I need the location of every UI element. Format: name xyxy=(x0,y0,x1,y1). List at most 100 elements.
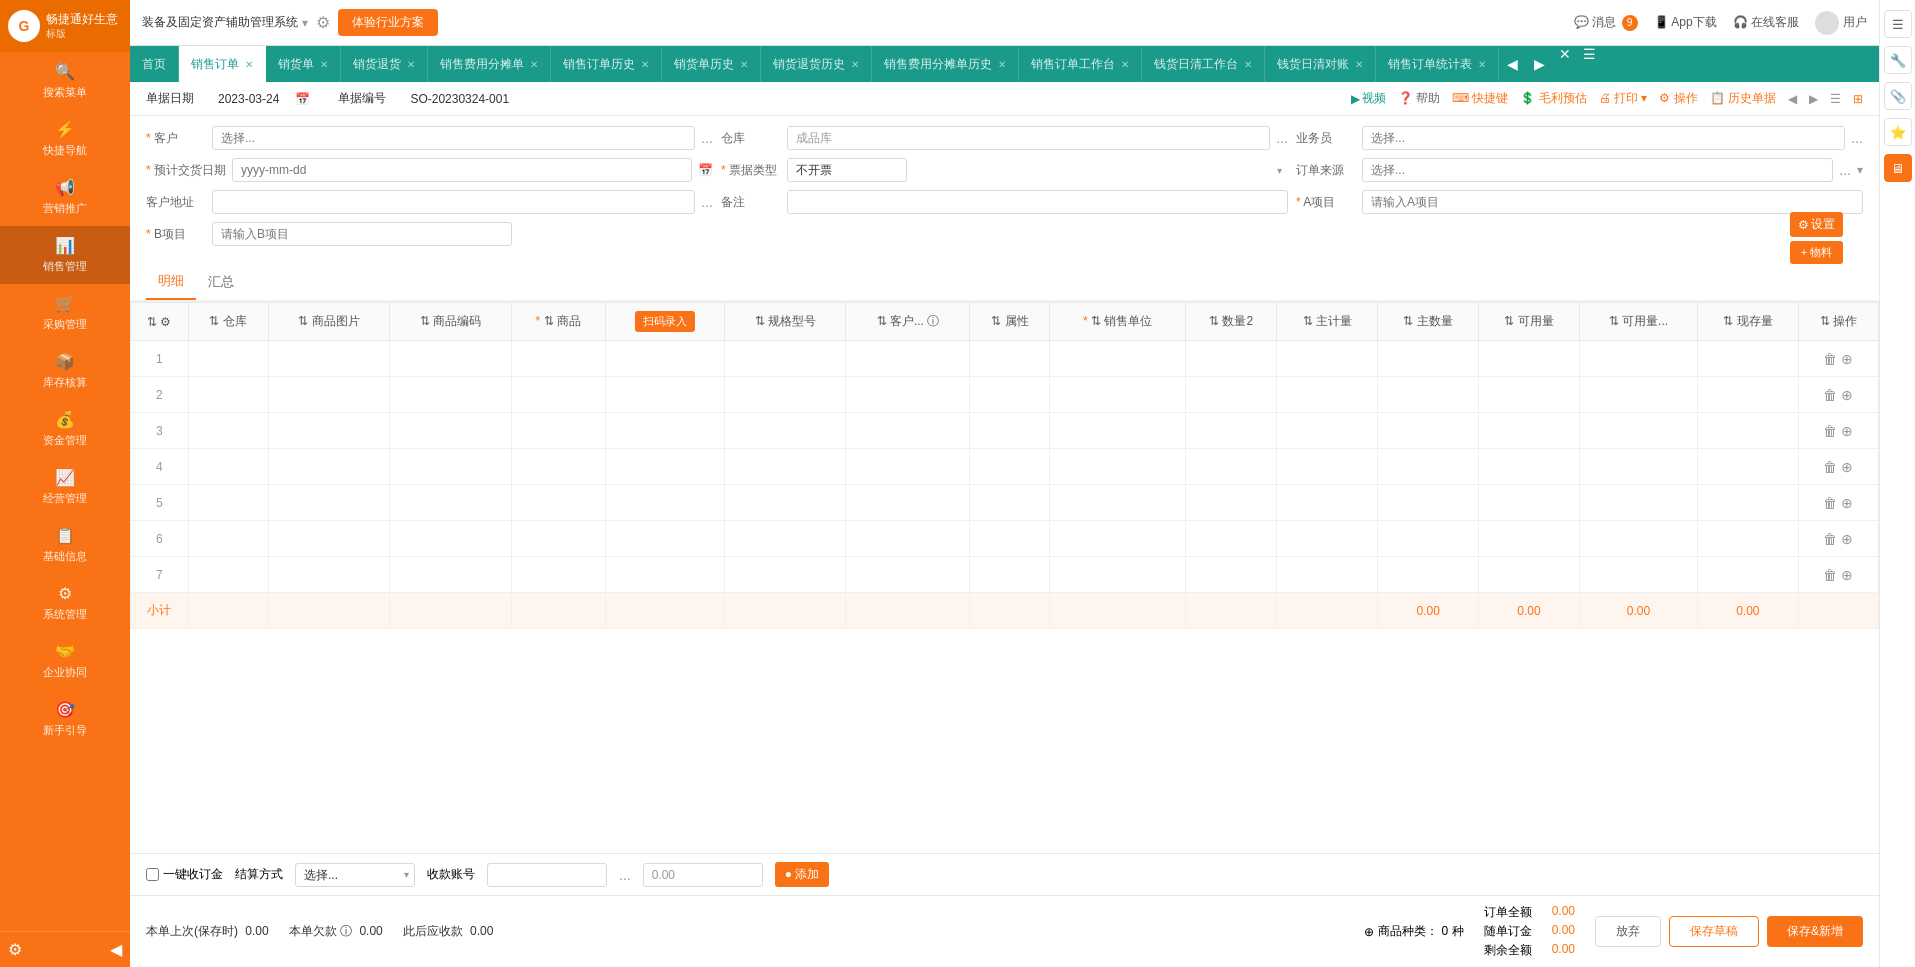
tab-close-all-icon[interactable]: ✕ xyxy=(1553,46,1577,82)
tab-销货单[interactable]: 销货单✕ xyxy=(266,46,341,82)
calendar-icon[interactable]: 📅 xyxy=(295,92,310,106)
tab-close-icon[interactable]: ✕ xyxy=(740,59,748,70)
right-panel-btn-1[interactable]: 🔧 xyxy=(1884,46,1912,74)
tab-销售费用分摊单历史[interactable]: 销售费用分摊单历史✕ xyxy=(872,46,1019,82)
layout-list-icon[interactable]: ☰ xyxy=(1830,92,1841,106)
address-more-btn[interactable]: ... xyxy=(701,194,713,210)
dropdown-icon[interactable]: ▾ xyxy=(302,16,308,30)
sidebar-item-基础信息[interactable]: 📋基础信息 xyxy=(0,516,130,574)
delete-btn[interactable]: 🗑 xyxy=(1823,423,1837,439)
warehouse-input[interactable] xyxy=(787,126,1270,150)
sidebar-item-资金管理[interactable]: 💰资金管理 xyxy=(0,400,130,458)
date-picker-icon[interactable]: 📅 xyxy=(698,163,713,177)
delivery-date-input[interactable] xyxy=(232,158,692,182)
profit-btn[interactable]: 💲 毛利预估 xyxy=(1520,90,1586,107)
address-input[interactable] xyxy=(212,190,695,214)
tab-close-icon[interactable]: ✕ xyxy=(1355,59,1363,70)
delete-btn[interactable]: 🗑 xyxy=(1823,531,1837,547)
right-panel-btn-3[interactable]: ⭐ xyxy=(1884,118,1912,146)
tab-close-icon[interactable]: ✕ xyxy=(851,59,859,70)
app-download-btn[interactable]: 📱 App下载 xyxy=(1654,14,1717,31)
copy-row-btn[interactable]: ⊕ xyxy=(1841,531,1853,547)
discard-button[interactable]: 放弃 xyxy=(1595,916,1661,947)
settings-topbar-icon[interactable]: ⚙ xyxy=(316,13,330,32)
solution-button[interactable]: 体验行业方案 xyxy=(338,9,438,36)
delete-btn[interactable]: 🗑 xyxy=(1823,567,1837,583)
order-source-more-btn[interactable]: ... xyxy=(1839,162,1851,178)
b-project-input[interactable] xyxy=(212,222,512,246)
amount-input[interactable] xyxy=(643,863,763,887)
tab-close-icon[interactable]: ✕ xyxy=(1121,59,1129,70)
order-source-dropdown-icon[interactable]: ▾ xyxy=(1857,163,1863,177)
tab-销售订单工作台[interactable]: 销售订单工作台✕ xyxy=(1019,46,1142,82)
tab-close-icon[interactable]: ✕ xyxy=(1478,59,1486,70)
add-material-btn[interactable]: + 物料 xyxy=(1790,241,1843,264)
sidebar-item-系统管理[interactable]: ⚙系统管理 xyxy=(0,574,130,632)
tab-销货单历史[interactable]: 销货单历史✕ xyxy=(662,46,761,82)
customer-more-btn[interactable]: ... xyxy=(701,130,713,146)
invoice-type-select[interactable]: 不开票 增值税普票 增值税专票 xyxy=(787,158,907,182)
history-btn[interactable]: 📋 历史单据 xyxy=(1710,90,1776,107)
warehouse-more-btn[interactable]: ... xyxy=(1276,130,1288,146)
copy-row-btn[interactable]: ⊕ xyxy=(1841,423,1853,439)
tab-prev-btn[interactable]: ◀ xyxy=(1499,46,1526,82)
settings-icon[interactable]: ⚙ xyxy=(8,940,22,959)
tab-menu-icon[interactable]: ☰ xyxy=(1577,46,1602,82)
tab-close-icon[interactable]: ✕ xyxy=(1244,59,1252,70)
tab-close-icon[interactable]: ✕ xyxy=(641,59,649,70)
delete-btn[interactable]: 🗑 xyxy=(1823,351,1837,367)
tab-首页[interactable]: 首页 xyxy=(130,46,179,82)
delete-btn[interactable]: 🗑 xyxy=(1823,459,1837,475)
tab-销货退货[interactable]: 销货退货✕ xyxy=(341,46,428,82)
scan-btn[interactable]: 扫码录入 xyxy=(635,311,695,332)
customer-input[interactable] xyxy=(212,126,695,150)
delete-btn[interactable]: 🗑 xyxy=(1823,387,1837,403)
tab-销货退货历史[interactable]: 销货退货历史✕ xyxy=(761,46,872,82)
sidebar-item-营销推广[interactable]: 📢营销推广 xyxy=(0,168,130,226)
shortcut-btn[interactable]: ⌨ 快捷键 xyxy=(1452,90,1508,107)
a-project-input[interactable] xyxy=(1362,190,1863,214)
copy-row-btn[interactable]: ⊕ xyxy=(1841,567,1853,583)
remark-input[interactable] xyxy=(787,190,1288,214)
tab-销售订单[interactable]: 销售订单✕ xyxy=(179,46,266,82)
sidebar-item-快捷导航[interactable]: ⚡快捷导航 xyxy=(0,110,130,168)
copy-row-btn[interactable]: ⊕ xyxy=(1841,495,1853,511)
layout-card-icon[interactable]: ⊞ xyxy=(1853,92,1863,106)
tab-close-icon[interactable]: ✕ xyxy=(998,59,1006,70)
detail-tab-明细[interactable]: 明细 xyxy=(146,264,196,300)
tab-close-icon[interactable]: ✕ xyxy=(530,59,538,70)
copy-row-btn[interactable]: ⊕ xyxy=(1841,387,1853,403)
sidebar-item-销售管理[interactable]: 📊销售管理 xyxy=(0,226,130,284)
copy-row-btn[interactable]: ⊕ xyxy=(1841,351,1853,367)
right-panel-btn-4[interactable]: 🖥 xyxy=(1884,154,1912,182)
sidebar-item-新手引导[interactable]: 🎯新手引导 xyxy=(0,690,130,748)
tab-close-icon[interactable]: ✕ xyxy=(407,59,415,70)
order-source-input[interactable] xyxy=(1362,158,1833,182)
detail-tab-汇总[interactable]: 汇总 xyxy=(196,265,246,299)
user-avatar[interactable]: 用户 xyxy=(1815,11,1867,35)
settle-method-select[interactable]: 选择... xyxy=(295,863,415,887)
tab-钱货日清对账[interactable]: 钱货日清对账✕ xyxy=(1265,46,1376,82)
salesperson-more-btn[interactable]: ... xyxy=(1851,130,1863,146)
right-panel-btn-0[interactable]: ☰ xyxy=(1884,10,1912,38)
copy-row-btn[interactable]: ⊕ xyxy=(1841,459,1853,475)
salesperson-input[interactable] xyxy=(1362,126,1845,150)
help-btn[interactable]: ❓ 帮助 xyxy=(1398,90,1440,107)
tab-销售费用分摊单[interactable]: 销售费用分摊单✕ xyxy=(428,46,551,82)
draft-button[interactable]: 保存草稿 xyxy=(1669,916,1759,947)
save-button[interactable]: 保存&新增 xyxy=(1767,916,1863,947)
right-panel-btn-2[interactable]: 📎 xyxy=(1884,82,1912,110)
quick-settle-checkbox[interactable] xyxy=(146,868,159,881)
sidebar-item-库存核算[interactable]: 📦库存核算 xyxy=(0,342,130,400)
online-support-btn[interactable]: 🎧 在线客服 xyxy=(1733,14,1799,31)
tab-销售订单统计表[interactable]: 销售订单统计表✕ xyxy=(1376,46,1499,82)
tab-销售订单历史[interactable]: 销售订单历史✕ xyxy=(551,46,662,82)
tab-close-icon[interactable]: ✕ xyxy=(320,59,328,70)
settings-btn[interactable]: ⚙ 设置 xyxy=(1790,212,1843,237)
view-video-btn[interactable]: ▶ 视频 xyxy=(1351,90,1386,107)
delete-btn[interactable]: 🗑 xyxy=(1823,495,1837,511)
print-btn[interactable]: 🖨 打印 ▾ xyxy=(1599,90,1648,107)
tab-close-icon[interactable]: ✕ xyxy=(245,59,253,70)
tab-钱货日清工作台[interactable]: 钱货日清工作台✕ xyxy=(1142,46,1265,82)
nav-prev-icon[interactable]: ◀ xyxy=(1788,92,1797,106)
